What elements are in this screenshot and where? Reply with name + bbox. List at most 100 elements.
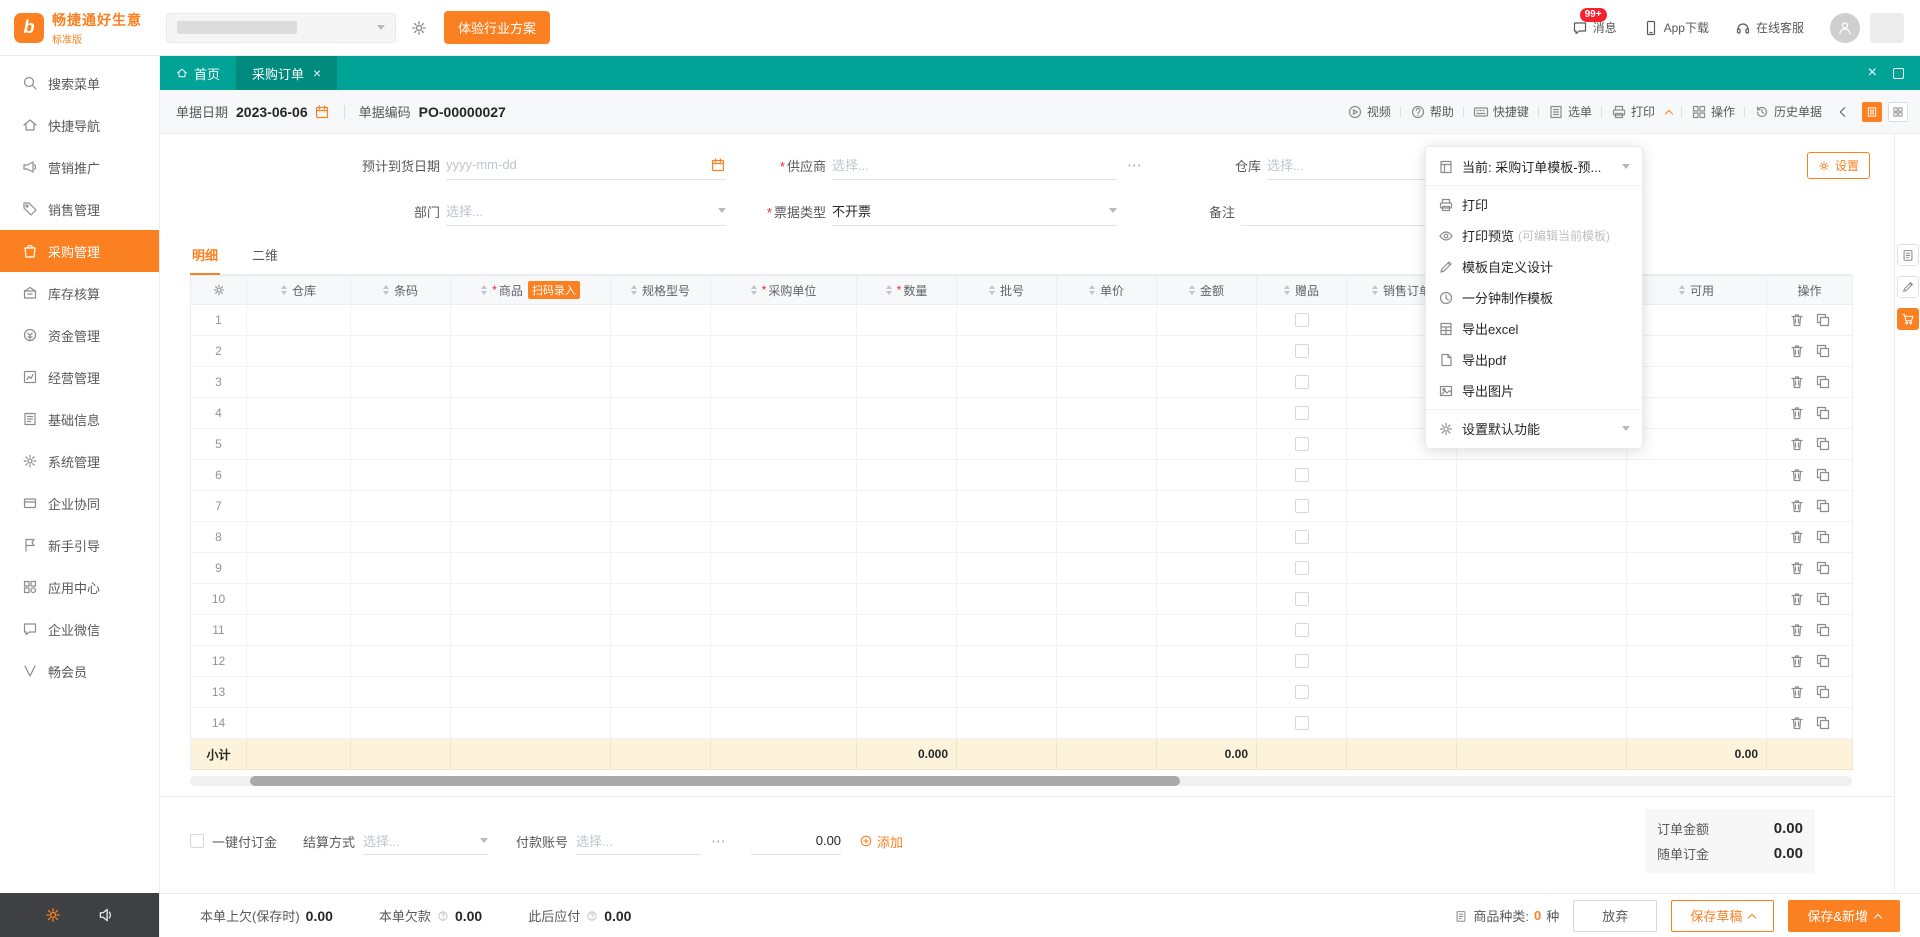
cell-batch[interactable] <box>957 615 1057 646</box>
cell-barcode[interactable] <box>351 677 451 708</box>
online-service-button[interactable]: 在线客服 <box>1735 19 1804 36</box>
tab-purchase-order[interactable]: 采购订单 × <box>236 56 338 90</box>
cell-batch[interactable] <box>957 305 1057 336</box>
gift-checkbox[interactable] <box>1294 313 1309 327</box>
cell-batch[interactable] <box>957 708 1057 739</box>
column-header-gift[interactable]: 赠品 <box>1257 275 1347 305</box>
cell-sales_order[interactable] <box>1347 491 1457 522</box>
list-view-toggle[interactable] <box>1862 101 1882 122</box>
gift-checkbox[interactable] <box>1294 499 1309 513</box>
cell-product[interactable] <box>451 491 611 522</box>
cell-qty[interactable] <box>857 305 957 336</box>
calendar-icon[interactable] <box>314 104 330 120</box>
cell-sales_order[interactable] <box>1347 646 1457 677</box>
toolbar-help-button[interactable]: 帮助 <box>1410 103 1454 120</box>
cell-spec[interactable] <box>611 708 711 739</box>
collapse-left-icon[interactable] <box>1836 105 1850 119</box>
trash-icon[interactable] <box>1789 467 1805 483</box>
cell-unit[interactable] <box>711 305 857 336</box>
cell-avail[interactable] <box>1627 398 1767 429</box>
column-header-avail[interactable]: 可用 <box>1627 275 1767 305</box>
messages-button[interactable]: 99+ 消息 <box>1572 8 1617 36</box>
cell-amount[interactable] <box>1157 305 1257 336</box>
column-header-idx[interactable] <box>191 275 247 305</box>
account-selector[interactable] <box>166 12 396 43</box>
prepay-amount-input[interactable]: 0.00 <box>751 827 842 855</box>
cell-barcode[interactable] <box>351 522 451 553</box>
column-header-spec[interactable]: 规格型号 <box>611 275 711 305</box>
cell-unit[interactable] <box>711 584 857 615</box>
sidebar-item-quick-nav[interactable]: 快捷导航 <box>0 104 159 146</box>
print-menu-item-quick-template[interactable]: 一分钟制作模板 <box>1426 282 1642 313</box>
sidebar-item-funds[interactable]: 资金管理 <box>0 314 159 356</box>
cell-product[interactable] <box>451 708 611 739</box>
cell-spec[interactable] <box>611 522 711 553</box>
cell-warehouse[interactable] <box>247 336 351 367</box>
cell-warehouse[interactable] <box>247 491 351 522</box>
column-header-warehouse[interactable]: 仓库 <box>247 275 351 305</box>
cell-spec[interactable] <box>611 398 711 429</box>
cell-pkg[interactable] <box>1457 615 1627 646</box>
cell-product[interactable] <box>451 584 611 615</box>
cell-unit[interactable] <box>711 677 857 708</box>
cell-amount[interactable] <box>1157 398 1257 429</box>
print-menu-item-default-settings[interactable]: 设置默认功能 <box>1426 413 1642 444</box>
cell-product[interactable] <box>451 553 611 584</box>
cell-product[interactable] <box>451 677 611 708</box>
prepay-checkbox[interactable] <box>190 834 204 848</box>
cell-batch[interactable] <box>957 398 1057 429</box>
cell-batch[interactable] <box>957 367 1057 398</box>
sort-icon[interactable] <box>630 285 637 295</box>
cell-avail[interactable] <box>1627 708 1767 739</box>
app-download-button[interactable]: App下载 <box>1643 19 1709 36</box>
calendar-icon[interactable] <box>710 157 726 173</box>
cell-price[interactable] <box>1057 460 1157 491</box>
gift-checkbox[interactable] <box>1294 685 1309 699</box>
gear-icon[interactable] <box>410 19 428 37</box>
trash-icon[interactable] <box>1789 374 1805 390</box>
sort-icon[interactable] <box>1283 285 1290 295</box>
cell-pkg[interactable] <box>1457 553 1627 584</box>
cell-price[interactable] <box>1057 708 1157 739</box>
cell-product[interactable] <box>451 646 611 677</box>
cell-batch[interactable] <box>957 584 1057 615</box>
cell-unit[interactable] <box>711 615 857 646</box>
discard-button[interactable]: 放弃 <box>1573 899 1658 932</box>
cell-qty[interactable] <box>857 708 957 739</box>
sort-icon[interactable] <box>382 285 389 295</box>
sidebar-item-member[interactable]: 畅会员 <box>0 650 159 692</box>
cell-qty[interactable] <box>857 336 957 367</box>
cell-pkg[interactable] <box>1457 708 1627 739</box>
cell-pkg[interactable] <box>1457 491 1627 522</box>
gift-checkbox[interactable] <box>1294 344 1309 358</box>
cell-qty[interactable] <box>857 491 957 522</box>
cell-qty[interactable] <box>857 398 957 429</box>
copy-icon[interactable] <box>1815 622 1831 638</box>
cell-product[interactable] <box>451 460 611 491</box>
cell-spec[interactable] <box>611 460 711 491</box>
eta-date-input[interactable]: yyyy-mm-dd <box>446 150 726 180</box>
trash-icon[interactable] <box>1789 498 1805 514</box>
copy-icon[interactable] <box>1815 560 1831 576</box>
close-all-icon[interactable]: × <box>1868 65 1877 81</box>
cell-pkg[interactable] <box>1457 646 1627 677</box>
sidebar-item-operation[interactable]: 经营管理 <box>0 356 159 398</box>
cell-spec[interactable] <box>611 336 711 367</box>
toolbar-video-button[interactable]: 视频 <box>1347 103 1391 120</box>
logo[interactable]: b 畅捷通好生意 标准版 <box>0 10 160 46</box>
scan-entry-button[interactable]: 扫码录入 <box>527 281 580 299</box>
tab-dimension[interactable]: 二维 <box>250 236 280 274</box>
fullscreen-icon[interactable] <box>1893 67 1904 79</box>
gift-checkbox[interactable] <box>1294 530 1309 544</box>
cell-qty[interactable] <box>857 584 957 615</box>
cell-pkg[interactable] <box>1457 460 1627 491</box>
sidebar-item-marketing[interactable]: 营销推广 <box>0 146 159 188</box>
cell-unit[interactable] <box>711 522 857 553</box>
copy-icon[interactable] <box>1815 312 1831 328</box>
grid-view-toggle[interactable] <box>1888 101 1908 122</box>
cell-barcode[interactable] <box>351 615 451 646</box>
sort-icon[interactable] <box>1678 285 1685 295</box>
add-payment-button[interactable]: 添加 <box>859 832 903 851</box>
cell-unit[interactable] <box>711 646 857 677</box>
cell-batch[interactable] <box>957 646 1057 677</box>
